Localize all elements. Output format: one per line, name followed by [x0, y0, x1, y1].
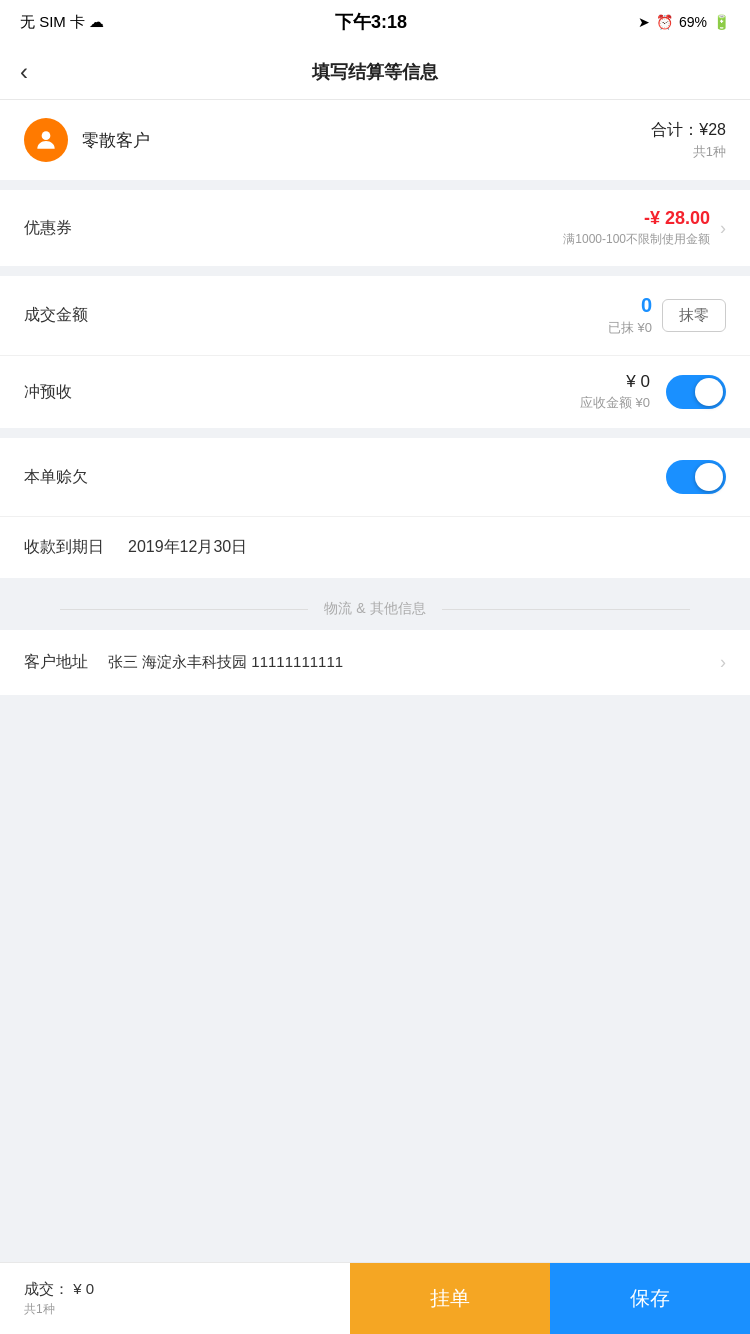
battery-icon: 🔋 — [713, 14, 730, 30]
status-right: ➤ ⏰ 69% 🔋 — [638, 14, 730, 30]
page-title: 填写结算等信息 — [312, 60, 438, 84]
svg-point-0 — [42, 131, 51, 140]
customer-name: 零散客户 — [82, 129, 150, 152]
coupon-label: 优惠券 — [24, 218, 72, 239]
due-date-label: 收款到期日 — [24, 537, 104, 558]
pre-receive-main: ¥ 0 — [580, 372, 650, 392]
customer-row: 零散客户 合计：¥28 共1种 — [0, 100, 750, 180]
deal-amount-sub: 已抹 ¥0 — [608, 319, 652, 337]
nav-bar: ‹ 填写结算等信息 — [0, 44, 750, 100]
pre-receive-toggle[interactable] — [666, 375, 726, 409]
status-bar: 无 SIM 卡 ☁ 下午3:18 ➤ ⏰ 69% 🔋 — [0, 0, 750, 44]
customer-section: 零散客户 合计：¥28 共1种 — [0, 100, 750, 180]
hang-label: 挂单 — [430, 1285, 470, 1312]
pre-receive-sub: 应收金额 ¥0 — [580, 394, 650, 412]
address-section: 客户地址 张三 海淀永丰科技园 11111111111 › — [0, 630, 750, 695]
debt-row: 本单赊欠 — [0, 438, 750, 516]
deal-amount-label: 成交金额 — [24, 305, 88, 326]
coupon-section: 优惠券 -¥ 28.00 满1000-100不限制使用金额 › — [0, 190, 750, 266]
amount-section: 成交金额 0 已抹 ¥0 抹零 冲预收 ¥ 0 应收金额 ¥0 — [0, 276, 750, 428]
coupon-row[interactable]: 优惠券 -¥ 28.00 满1000-100不限制使用金额 › — [0, 190, 750, 266]
address-label: 客户地址 — [24, 652, 88, 673]
pre-receive-row: 冲预收 ¥ 0 应收金额 ¥0 — [0, 355, 750, 428]
due-date-row: 收款到期日 2019年12月30日 — [0, 516, 750, 578]
save-button[interactable]: 保存 — [550, 1263, 750, 1335]
location-icon: ➤ — [638, 14, 650, 30]
debt-toggle-knob — [695, 463, 723, 491]
chevron-right-icon: › — [720, 218, 726, 239]
battery-level: 69% — [679, 14, 707, 30]
address-chevron-icon: › — [720, 652, 726, 673]
bottom-deal-value: ¥ 0 — [73, 1280, 94, 1297]
due-date-value: 2019年12月30日 — [128, 537, 247, 558]
coupon-value: -¥ 28.00 满1000-100不限制使用金额 — [563, 208, 710, 248]
discount-desc: 满1000-100不限制使用金额 — [563, 231, 710, 248]
bottom-deal-amount: 成交： ¥ 0 — [24, 1280, 326, 1299]
bottom-bar: 成交： ¥ 0 共1种 挂单 保存 — [0, 1262, 750, 1334]
bottom-deal-label: 成交： — [24, 1280, 69, 1297]
debt-section: 本单赊欠 收款到期日 2019年12月30日 — [0, 438, 750, 578]
status-left: 无 SIM 卡 ☁ — [20, 13, 104, 32]
discount-amount: -¥ 28.00 — [563, 208, 710, 229]
amount-block: 0 已抹 ¥0 — [608, 294, 652, 337]
pre-receive-label: 冲预收 — [24, 382, 72, 403]
back-button[interactable]: ‹ — [20, 60, 28, 84]
logistics-label: 物流 & 其他信息 — [308, 600, 441, 618]
deal-amount-right: 0 已抹 ¥0 抹零 — [88, 294, 726, 337]
pre-receive-right: ¥ 0 应收金额 ¥0 — [580, 372, 726, 412]
sim-status: 无 SIM 卡 ☁ — [20, 13, 104, 32]
alarm-icon: ⏰ — [656, 14, 673, 30]
address-value: 张三 海淀永丰科技园 11111111111 — [108, 653, 720, 672]
address-row[interactable]: 客户地址 张三 海淀永丰科技园 11111111111 › — [0, 630, 750, 695]
logistics-divider: 物流 & 其他信息 — [0, 588, 750, 630]
bottom-info: 成交： ¥ 0 共1种 — [0, 1280, 350, 1318]
customer-right: 合计：¥28 共1种 — [651, 120, 726, 161]
avatar — [24, 118, 68, 162]
toggle-knob — [695, 378, 723, 406]
debt-label: 本单赊欠 — [24, 467, 88, 488]
coupon-right: -¥ 28.00 满1000-100不限制使用金额 › — [72, 208, 726, 248]
debt-toggle[interactable] — [666, 460, 726, 494]
hang-button[interactable]: 挂单 — [350, 1263, 550, 1335]
bottom-count: 共1种 — [24, 1301, 326, 1318]
save-label: 保存 — [630, 1285, 670, 1312]
customer-total: 合计：¥28 — [651, 120, 726, 141]
round-zero-button[interactable]: 抹零 — [662, 299, 726, 332]
status-time: 下午3:18 — [335, 10, 407, 34]
deal-amount-value: 0 — [608, 294, 652, 317]
customer-info: 零散客户 — [24, 118, 150, 162]
customer-count: 共1种 — [651, 143, 726, 161]
deal-amount-row: 成交金额 0 已抹 ¥0 抹零 — [0, 276, 750, 355]
pre-receive-amounts: ¥ 0 应收金额 ¥0 — [580, 372, 650, 412]
